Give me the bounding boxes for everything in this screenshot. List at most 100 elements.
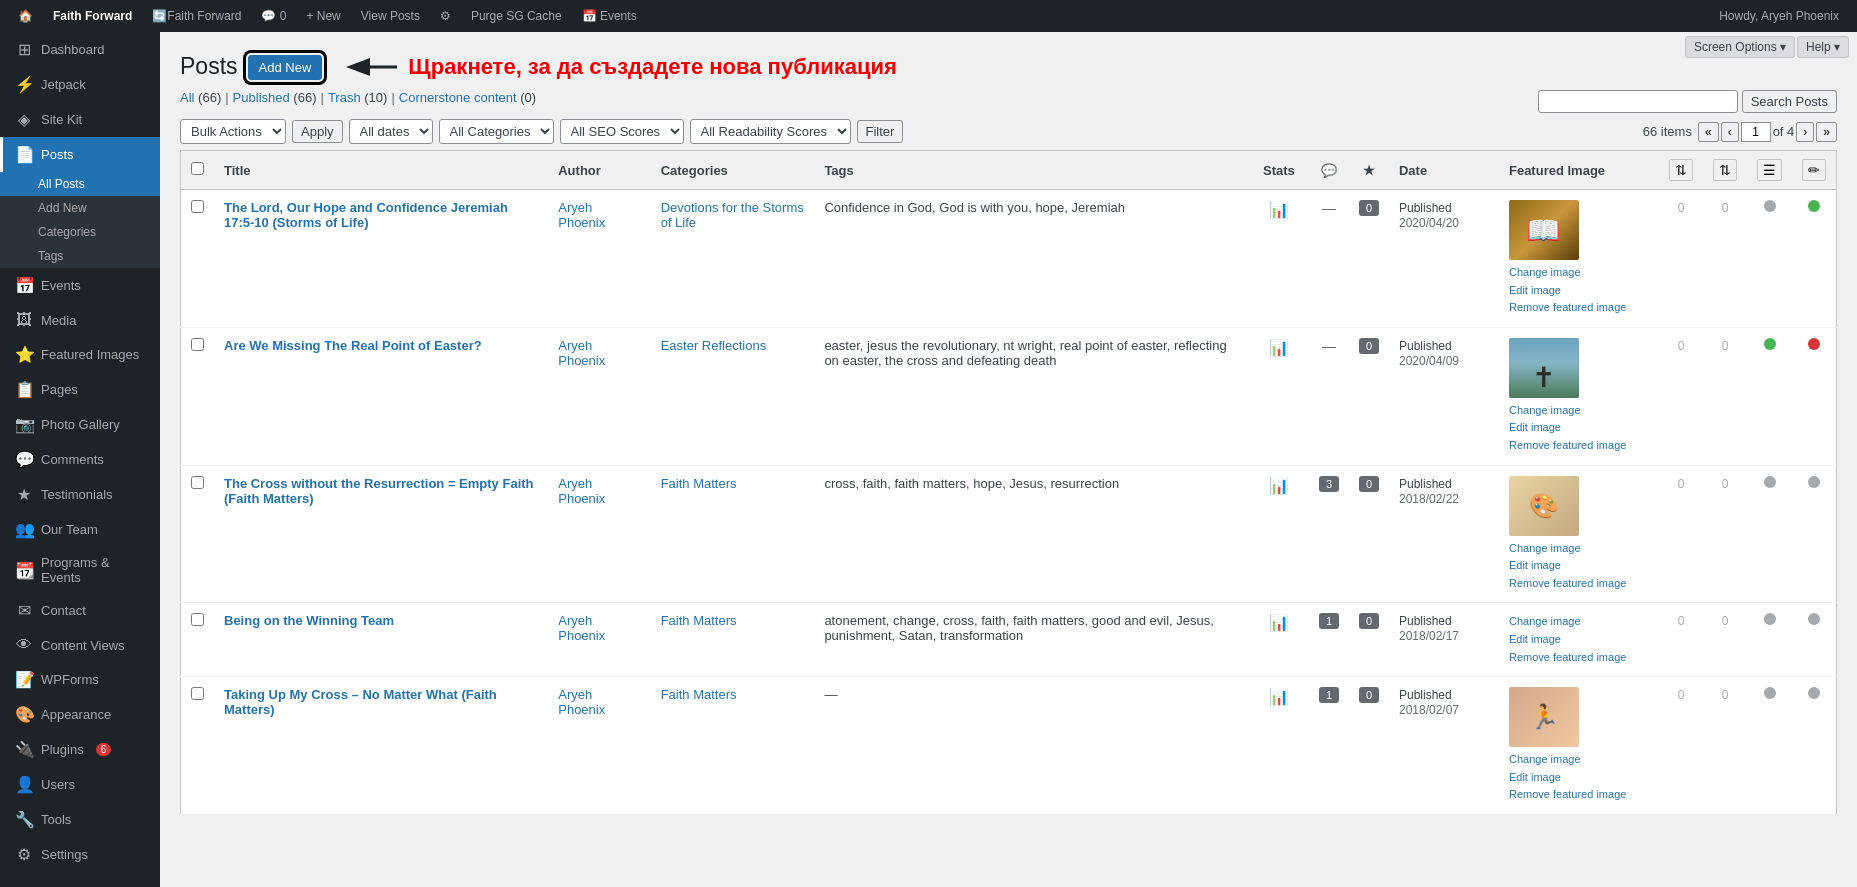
adminbar-site-name[interactable]: Faith Forward bbox=[43, 0, 142, 32]
filter-all[interactable]: All (66) bbox=[180, 90, 221, 105]
next-page-btn[interactable]: › bbox=[1796, 122, 1814, 142]
category-link-5[interactable]: Faith Matters bbox=[661, 687, 737, 702]
filter-trash[interactable]: Trash (10) bbox=[328, 90, 388, 105]
apply-button[interactable]: Apply bbox=[292, 120, 343, 143]
change-image-5[interactable]: Change image bbox=[1509, 751, 1649, 769]
change-image-2[interactable]: Change image bbox=[1509, 402, 1649, 420]
author-link-2[interactable]: Aryeh Phoenix bbox=[558, 338, 605, 368]
th-author[interactable]: Author bbox=[548, 151, 650, 190]
edit-image-4[interactable]: Edit image bbox=[1509, 631, 1649, 649]
sidebar-item-our-team[interactable]: 👥 Our Team bbox=[0, 512, 160, 547]
category-link-3[interactable]: Faith Matters bbox=[661, 476, 737, 491]
th-title[interactable]: Title bbox=[214, 151, 548, 190]
edit-image-1[interactable]: Edit image bbox=[1509, 282, 1649, 300]
sidebar-item-settings[interactable]: ⚙ Settings bbox=[0, 837, 160, 872]
row-checkbox-4[interactable] bbox=[191, 613, 204, 626]
icons1-btn[interactable]: ☰ bbox=[1757, 159, 1782, 181]
sidebar-item-appearance[interactable]: 🎨 Appearance bbox=[0, 697, 160, 732]
adminbar-comments[interactable]: 💬 0 bbox=[251, 0, 296, 32]
category-link-4[interactable]: Faith Matters bbox=[661, 613, 737, 628]
adminbar-user[interactable]: Howdy, Aryeh Phoenix bbox=[1709, 0, 1849, 32]
select-all-checkbox[interactable] bbox=[191, 162, 204, 175]
categories-filter[interactable]: All Categories bbox=[439, 119, 554, 144]
last-page-btn[interactable]: » bbox=[1816, 122, 1837, 142]
sidebar-item-testimonials[interactable]: ★ Testimonials bbox=[0, 477, 160, 512]
change-image-4[interactable]: Change image bbox=[1509, 613, 1649, 631]
row-checkbox-2[interactable] bbox=[191, 338, 204, 351]
sidebar-item-sitekit[interactable]: ◈ Site Kit bbox=[0, 102, 160, 137]
sidebar-item-events[interactable]: 📅 Events bbox=[0, 268, 160, 303]
row-checkbox-5[interactable] bbox=[191, 687, 204, 700]
remove-image-1[interactable]: Remove featured image bbox=[1509, 299, 1649, 317]
post-title-link-2[interactable]: Are We Missing The Real Point of Easter? bbox=[224, 338, 482, 353]
sidebar-item-featured-images[interactable]: ⭐ Featured Images bbox=[0, 337, 160, 372]
author-link-3[interactable]: Aryeh Phoenix bbox=[558, 476, 605, 506]
dates-filter[interactable]: All dates bbox=[349, 119, 433, 144]
submenu-all-posts[interactable]: All Posts bbox=[0, 172, 160, 196]
adminbar-yoast[interactable]: ⚙ bbox=[430, 0, 461, 32]
filter-cornerstone[interactable]: Cornerstone content (0) bbox=[399, 90, 536, 105]
sidebar-item-tools[interactable]: 🔧 Tools bbox=[0, 802, 160, 837]
adminbar-purge-cache[interactable]: Purge SG Cache bbox=[461, 0, 572, 32]
author-link-1[interactable]: Aryeh Phoenix bbox=[558, 200, 605, 230]
screen-options-btn[interactable]: Screen Options ▾ bbox=[1685, 36, 1795, 58]
seo-col2-btn[interactable]: ⇅ bbox=[1713, 159, 1737, 181]
search-input[interactable] bbox=[1538, 90, 1738, 113]
sidebar-item-contact[interactable]: ✉ Contact bbox=[0, 593, 160, 628]
post-title-link-5[interactable]: Taking Up My Cross – No Matter What (Fai… bbox=[224, 687, 497, 717]
post-title-link-4[interactable]: Being on the Winning Team bbox=[224, 613, 394, 628]
sidebar-item-jetpack[interactable]: ⚡ Jetpack bbox=[0, 67, 160, 102]
sidebar-item-plugins[interactable]: 🔌 Plugins 6 bbox=[0, 732, 160, 767]
row-checkbox-1[interactable] bbox=[191, 200, 204, 213]
add-new-button[interactable]: Add New bbox=[248, 55, 323, 80]
filter-published[interactable]: Published (66) bbox=[233, 90, 317, 105]
seo-filter[interactable]: All SEO Scores bbox=[560, 119, 684, 144]
adminbar-view-posts[interactable]: View Posts bbox=[351, 0, 430, 32]
adminbar-wp-logo[interactable]: 🏠 bbox=[8, 0, 43, 32]
row-checkbox-3[interactable] bbox=[191, 476, 204, 489]
seo-col1-btn[interactable]: ⇅ bbox=[1669, 159, 1693, 181]
category-link-1[interactable]: Devotions for the Storms of Life bbox=[661, 200, 804, 230]
sidebar-item-users[interactable]: 👤 Users bbox=[0, 767, 160, 802]
prev-page-btn[interactable]: ‹ bbox=[1721, 122, 1739, 142]
change-image-3[interactable]: Change image bbox=[1509, 540, 1649, 558]
filter-all-link[interactable]: All bbox=[180, 90, 194, 105]
sidebar-item-photo-gallery[interactable]: 📷 Photo Gallery bbox=[0, 407, 160, 442]
author-link-5[interactable]: Aryeh Phoenix bbox=[558, 687, 605, 717]
sidebar-item-posts[interactable]: 📄 Posts bbox=[0, 137, 160, 172]
first-page-btn[interactable]: « bbox=[1698, 122, 1719, 142]
edit-image-3[interactable]: Edit image bbox=[1509, 557, 1649, 575]
filter-published-link[interactable]: Published bbox=[233, 90, 290, 105]
sidebar-item-comments[interactable]: 💬 Comments bbox=[0, 442, 160, 477]
featured-img-thumb-5[interactable] bbox=[1509, 687, 1579, 747]
adminbar-events[interactable]: 📅 Events bbox=[572, 0, 647, 32]
author-link-4[interactable]: Aryeh Phoenix bbox=[558, 613, 605, 643]
help-btn[interactable]: Help ▾ bbox=[1797, 36, 1849, 58]
icons2-btn[interactable]: ✏ bbox=[1802, 159, 1826, 181]
adminbar-new[interactable]: + New bbox=[296, 0, 350, 32]
search-posts-button[interactable]: Search Posts bbox=[1742, 90, 1837, 113]
submenu-tags[interactable]: Tags bbox=[0, 244, 160, 268]
featured-img-thumb-1[interactable] bbox=[1509, 200, 1579, 260]
post-title-link-3[interactable]: The Cross without the Resurrection = Emp… bbox=[224, 476, 534, 506]
edit-image-5[interactable]: Edit image bbox=[1509, 769, 1649, 787]
sidebar-item-pages[interactable]: 📋 Pages bbox=[0, 372, 160, 407]
sidebar-item-content-views[interactable]: 👁 Content Views bbox=[0, 628, 160, 662]
edit-image-2[interactable]: Edit image bbox=[1509, 419, 1649, 437]
th-tags[interactable]: Tags bbox=[814, 151, 1249, 190]
filter-cornerstone-link[interactable]: Cornerstone content bbox=[399, 90, 517, 105]
featured-img-thumb-2[interactable] bbox=[1509, 338, 1579, 398]
sidebar-item-wpforms[interactable]: 📝 WPForms bbox=[0, 662, 160, 697]
remove-image-2[interactable]: Remove featured image bbox=[1509, 437, 1649, 455]
readability-filter[interactable]: All Readability Scores bbox=[690, 119, 851, 144]
adminbar-updates[interactable]: 🔄 Faith Forward bbox=[142, 0, 251, 32]
category-link-2[interactable]: Easter Reflections bbox=[661, 338, 767, 353]
current-page-input[interactable] bbox=[1741, 122, 1771, 142]
submenu-categories[interactable]: Categories bbox=[0, 220, 160, 244]
remove-image-5[interactable]: Remove featured image bbox=[1509, 786, 1649, 804]
featured-img-thumb-3[interactable] bbox=[1509, 476, 1579, 536]
th-featured-image[interactable]: Featured Image bbox=[1499, 151, 1659, 190]
th-date[interactable]: Date bbox=[1389, 151, 1499, 190]
filter-trash-link[interactable]: Trash bbox=[328, 90, 361, 105]
change-image-1[interactable]: Change image bbox=[1509, 264, 1649, 282]
